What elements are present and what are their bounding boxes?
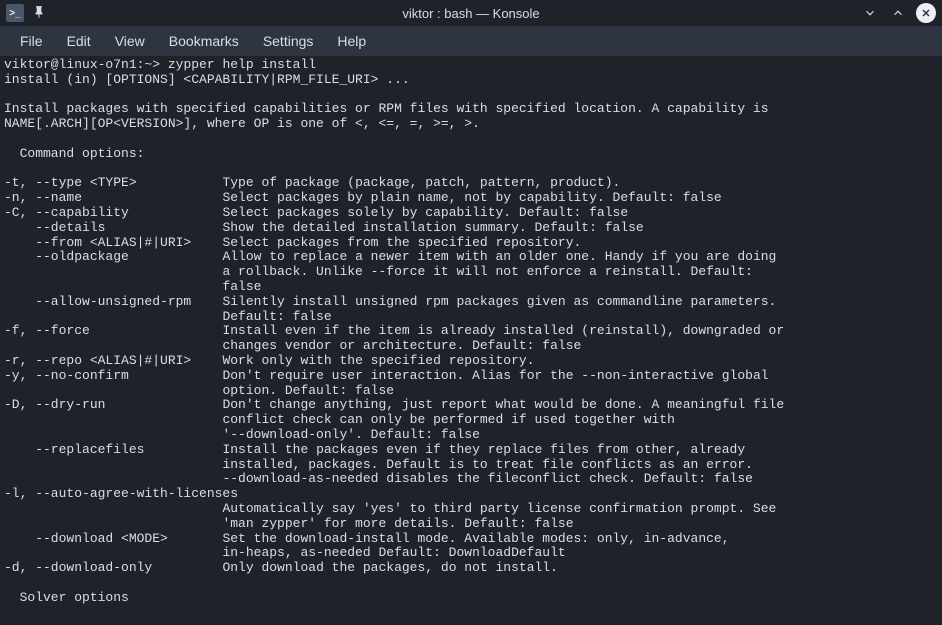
opt-desc: 'man zypper' for more details. Default: … (222, 516, 573, 531)
app-icon: >_ (6, 4, 24, 22)
window-title: viktor : bash — Konsole (402, 6, 539, 21)
opt-desc: Only download the packages, do not insta… (222, 560, 557, 575)
opt-flag: --from <ALIAS|#|URI> (4, 235, 191, 250)
opt-desc: Allow to replace a newer item with an ol… (222, 249, 776, 264)
terminal-output[interactable]: viktor@linux-o7n1:~> zypper help install… (0, 56, 942, 625)
opt-desc: Default: false (222, 309, 331, 324)
opt-flag: --replacefiles (4, 442, 144, 457)
opt-flag: -r, --repo <ALIAS|#|URI> (4, 353, 191, 368)
opt-desc: Don't change anything, just report what … (222, 397, 784, 412)
maximize-button[interactable] (888, 3, 908, 23)
minimize-button[interactable] (860, 3, 880, 23)
opt-flag: -y, --no-confirm (4, 368, 129, 383)
opt-desc: Don't require user interaction. Alias fo… (222, 368, 768, 383)
opt-desc: Select packages by plain name, not by ca… (222, 190, 721, 205)
opt-desc: --download-as-needed disables the fileco… (222, 471, 753, 486)
opt-desc: Set the download-install mode. Available… (222, 531, 729, 546)
menu-edit[interactable]: Edit (67, 33, 91, 49)
titlebar-left-icons: >_ (0, 4, 46, 22)
opt-flag: -n, --name (4, 190, 82, 205)
opt-desc: Show the detailed installation summary. … (222, 220, 643, 235)
pin-icon[interactable] (32, 5, 46, 22)
titlebar: >_ viktor : bash — Konsole (0, 0, 942, 26)
menu-help[interactable]: Help (337, 33, 366, 49)
opt-flag: --download <MODE> (4, 531, 168, 546)
opt-desc: Install the packages even if they replac… (222, 442, 745, 457)
prompt: viktor@linux-o7n1:~> (4, 57, 160, 72)
menu-bookmarks[interactable]: Bookmarks (169, 33, 239, 49)
opt-desc: Type of package (package, patch, pattern… (222, 175, 620, 190)
opt-flag: -t, --type <TYPE> (4, 175, 137, 190)
desc-line: NAME[.ARCH][OP<VERSION>], where OP is on… (4, 116, 480, 131)
menu-view[interactable]: View (115, 33, 145, 49)
usage-line: install (in) [OPTIONS] <CAPABILITY|RPM_F… (4, 72, 410, 87)
command: zypper help install (168, 57, 316, 72)
opt-desc: installed, packages. Default is to treat… (222, 457, 753, 472)
konsole-window: >_ viktor : bash — Konsole File Edit Vie… (0, 0, 942, 625)
opt-desc: Select packages solely by capability. De… (222, 205, 628, 220)
opt-desc: Automatically say 'yes' to third party l… (222, 501, 776, 516)
opt-desc: Install even if the item is already inst… (222, 323, 784, 338)
menu-settings[interactable]: Settings (263, 33, 314, 49)
opt-flag: -f, --force (4, 323, 90, 338)
opt-flag: -l, --auto-agree-with-licenses (4, 486, 238, 501)
section-header: Command options: (4, 146, 144, 161)
opt-desc: '--download-only'. Default: false (222, 427, 479, 442)
opt-flag: --details (4, 220, 105, 235)
opt-flag: -D, --dry-run (4, 397, 105, 412)
opt-desc: changes vendor or architecture. Default:… (222, 338, 581, 353)
section-header: Solver options (4, 590, 129, 605)
opt-flag: --oldpackage (4, 249, 129, 264)
opt-flag: --allow-unsigned-rpm (4, 294, 191, 309)
opt-desc: option. Default: false (222, 383, 394, 398)
opt-desc: Work only with the specified repository. (222, 353, 534, 368)
opt-desc: in-heaps, as-needed Default: DownloadDef… (222, 545, 565, 560)
opt-desc: false (222, 279, 261, 294)
close-button[interactable] (916, 3, 936, 23)
opt-desc: Select packages from the specified repos… (222, 235, 581, 250)
opt-desc: a rollback. Unlike --force it will not e… (222, 264, 753, 279)
opt-desc: conflict check can only be performed if … (222, 412, 674, 427)
opt-flag: -d, --download-only (4, 560, 152, 575)
menu-file[interactable]: File (20, 33, 43, 49)
menubar: File Edit View Bookmarks Settings Help (0, 26, 942, 56)
opt-flag: -C, --capability (4, 205, 129, 220)
desc-line: Install packages with specified capabili… (4, 101, 769, 116)
window-controls (860, 3, 942, 23)
opt-desc: Silently install unsigned rpm packages g… (222, 294, 776, 309)
